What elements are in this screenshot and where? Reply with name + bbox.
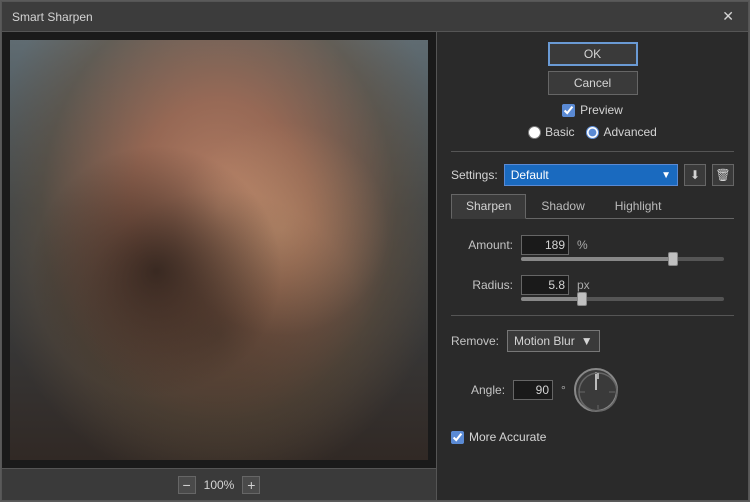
settings-value: Default	[511, 168, 549, 182]
preview-footer: − 100% +	[2, 468, 436, 500]
delete-preset-button[interactable]: 🗑	[712, 164, 734, 186]
degree-symbol: °	[561, 383, 566, 397]
smart-sharpen-dialog: Smart Sharpen ✕ − 100% + OK Cancel	[1, 1, 749, 501]
basic-radio-group: Basic	[528, 125, 574, 139]
radius-unit: px	[577, 278, 590, 292]
radius-row: Radius: px	[451, 273, 734, 297]
amount-slider-track[interactable]	[521, 257, 724, 261]
dialog-body: − 100% + OK Cancel Preview Basic	[2, 32, 748, 500]
radius-slider-fill	[521, 297, 582, 301]
delete-icon: 🗑	[715, 168, 730, 182]
amount-section: Amount: %	[451, 227, 734, 263]
more-accurate-label[interactable]: More Accurate	[469, 430, 546, 444]
angle-input[interactable]	[513, 380, 553, 400]
radius-section: Radius: px	[451, 271, 734, 303]
divider-2	[451, 315, 734, 316]
angle-row: Angle: °	[451, 364, 734, 416]
dial-indicator	[595, 372, 597, 390]
dial-svg	[576, 370, 620, 414]
advanced-radio-group: Advanced	[586, 125, 656, 139]
mode-radio-row: Basic Advanced	[451, 125, 734, 139]
preview-checkbox[interactable]	[562, 104, 575, 117]
amount-row: Amount: %	[451, 233, 734, 257]
save-preset-button[interactable]: ⬇	[684, 164, 706, 186]
tab-shadow[interactable]: Shadow	[526, 194, 599, 218]
ok-button[interactable]: OK	[548, 42, 638, 66]
amount-input[interactable]	[521, 235, 569, 255]
radius-slider-container	[451, 297, 734, 301]
zoom-level-label: 100%	[204, 478, 235, 492]
zoom-in-button[interactable]: +	[242, 476, 260, 494]
remove-label: Remove:	[451, 334, 499, 348]
controls-panel: OK Cancel Preview Basic Advanced	[437, 32, 748, 500]
preview-panel: − 100% +	[2, 32, 437, 500]
cancel-button[interactable]: Cancel	[548, 71, 638, 95]
angle-label: Angle:	[471, 383, 505, 397]
settings-label: Settings:	[451, 168, 498, 182]
more-accurate-row: More Accurate	[451, 430, 734, 444]
amount-slider-container	[451, 257, 734, 261]
remove-dropdown[interactable]: Motion Blur ▼	[507, 330, 600, 352]
title-bar: Smart Sharpen ✕	[2, 2, 748, 32]
image-preview-area[interactable]	[10, 40, 428, 460]
settings-dropdown[interactable]: Default ▼	[504, 164, 678, 186]
more-accurate-checkbox[interactable]	[451, 431, 464, 444]
remove-row: Remove: Motion Blur ▼	[451, 330, 734, 352]
close-button[interactable]: ✕	[718, 8, 738, 25]
radius-slider-thumb[interactable]	[577, 292, 587, 306]
amount-slider-fill	[521, 257, 673, 261]
dropdown-arrow-icon: ▼	[661, 170, 671, 181]
amount-unit: %	[577, 238, 588, 252]
angle-dial[interactable]	[574, 368, 618, 412]
radius-slider-track[interactable]	[521, 297, 724, 301]
basic-radio[interactable]	[528, 126, 541, 139]
advanced-radio[interactable]	[586, 126, 599, 139]
tabs-row: Sharpen Shadow Highlight	[451, 194, 734, 219]
action-buttons: OK Cancel	[451, 42, 734, 95]
preview-label[interactable]: Preview	[580, 103, 623, 117]
amount-slider-thumb[interactable]	[668, 252, 678, 266]
dialog-title: Smart Sharpen	[12, 10, 93, 24]
radius-input[interactable]	[521, 275, 569, 295]
tab-highlight[interactable]: Highlight	[600, 194, 677, 218]
remove-dropdown-arrow-icon: ▼	[581, 334, 593, 348]
basic-label[interactable]: Basic	[545, 125, 574, 139]
preview-checkbox-row: Preview	[451, 103, 734, 117]
amount-label: Amount:	[451, 238, 513, 252]
tab-sharpen[interactable]: Sharpen	[451, 194, 526, 219]
radius-label: Radius:	[451, 278, 513, 292]
settings-row: Settings: Default ▼ ⬇ 🗑	[451, 164, 734, 186]
zoom-out-button[interactable]: −	[178, 476, 196, 494]
divider-1	[451, 151, 734, 152]
remove-value: Motion Blur	[514, 334, 575, 348]
save-icon: ⬇	[690, 168, 700, 182]
preview-image	[10, 40, 428, 460]
advanced-label[interactable]: Advanced	[603, 125, 656, 139]
